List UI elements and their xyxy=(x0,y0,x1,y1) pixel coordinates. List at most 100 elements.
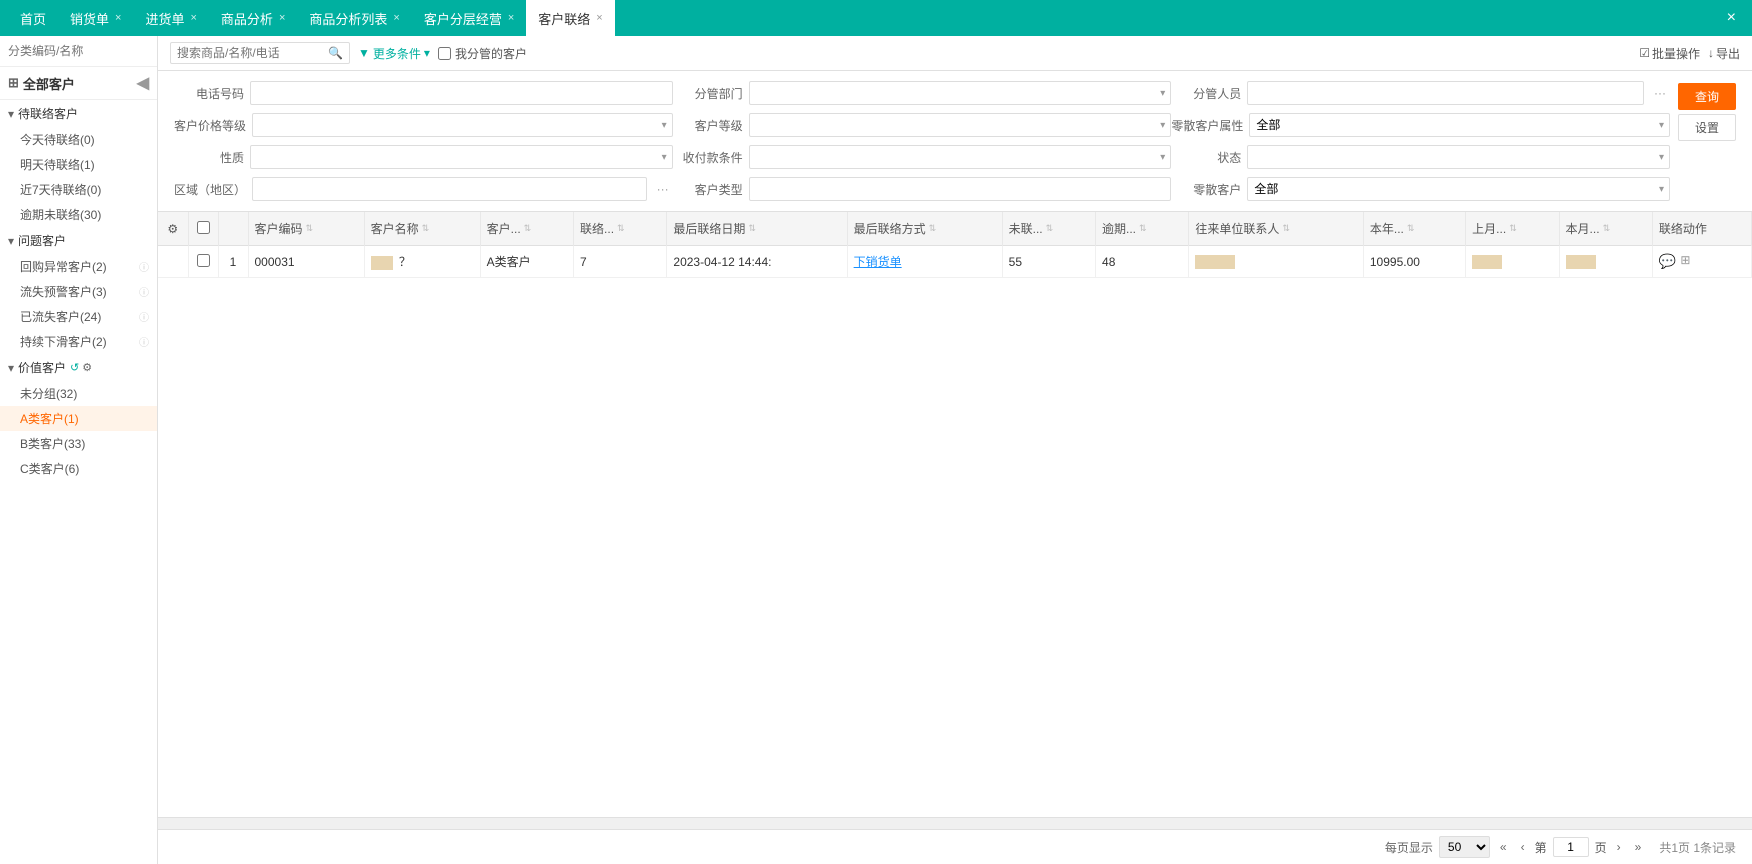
col-settings[interactable]: ⚙ xyxy=(158,212,188,246)
query-button[interactable]: 查询 xyxy=(1678,83,1736,110)
sidebar-item-churn-warning[interactable]: 流失预警客户(3) ⓘ xyxy=(0,279,157,304)
content-area: 🔍 ▼ 更多条件 ▾ 我分管的客户 ☑ 批量操作 ↓ 导出 xyxy=(158,36,1752,864)
sidebar-section-pending[interactable]: ▾ 待联络客户 xyxy=(0,100,157,127)
sidebar-search-input[interactable] xyxy=(8,44,158,58)
toolbar-search-icon[interactable]: 🔍 xyxy=(328,46,343,60)
filter-person: 分管人员 ··· xyxy=(1171,81,1670,105)
row-last-method[interactable]: 下销货单 xyxy=(854,255,902,269)
nav-sales-close[interactable]: × xyxy=(115,12,121,24)
col-last-month[interactable]: 上月... ⇅ xyxy=(1466,212,1559,246)
nav-product-list-close[interactable]: × xyxy=(393,12,399,24)
value-refresh-icon[interactable]: ↺ xyxy=(70,361,79,374)
phone-input[interactable] xyxy=(250,81,673,105)
person-dots-icon[interactable]: ··· xyxy=(1650,86,1670,100)
customer-level-select[interactable] xyxy=(749,113,1172,137)
sidebar-item-overdue[interactable]: 逾期未联络(30) xyxy=(0,202,157,227)
region-dots-icon[interactable]: ··· xyxy=(653,182,673,196)
declining-label: 持续下滑客户(2) xyxy=(20,333,137,350)
qr-icon[interactable]: ⊞ xyxy=(1680,253,1690,270)
col-check[interactable] xyxy=(188,212,218,246)
sidebar-section-problem[interactable]: ▾ 问题客户 xyxy=(0,227,157,254)
payment-select[interactable] xyxy=(749,145,1172,169)
sidebar-item-repurchase[interactable]: 回购异常客户(2) ⓘ xyxy=(0,254,157,279)
person-input[interactable] xyxy=(1247,81,1644,105)
row-year-amount: 10995.00 xyxy=(1370,255,1420,269)
col-no-contact[interactable]: 未联... ⇅ xyxy=(1002,212,1095,246)
col-this-month[interactable]: 本月... ⇅ xyxy=(1559,212,1652,246)
close-all-tabs[interactable]: × xyxy=(1727,9,1736,27)
toolbar-search: 🔍 xyxy=(170,42,350,64)
price-level-select[interactable] xyxy=(252,113,673,137)
sidebar-item-today[interactable]: 今天待联络(0) xyxy=(0,127,157,152)
nature-select[interactable] xyxy=(250,145,673,169)
sidebar-item-a-class[interactable]: A类客户(1) xyxy=(0,406,157,431)
sidebar-item-ungrouped[interactable]: 未分组(32) xyxy=(0,381,157,406)
col-year-amount[interactable]: 本年... ⇅ xyxy=(1363,212,1465,246)
scatter-attr-select[interactable]: 全部 xyxy=(1249,113,1670,137)
col-unit-contact[interactable]: 往来单位联系人 ⇅ xyxy=(1189,212,1363,246)
sidebar-item-week[interactable]: 近7天待联络(0) xyxy=(0,177,157,202)
row-check-cell[interactable] xyxy=(188,246,218,278)
toolbar-search-input[interactable] xyxy=(177,46,328,60)
col-last-method[interactable]: 最后联络方式 ⇅ xyxy=(847,212,1002,246)
sidebar-item-tomorrow[interactable]: 明天待联络(1) xyxy=(0,152,157,177)
my-customer-label: 我分管的客户 xyxy=(455,45,527,62)
next-page-btn[interactable]: › xyxy=(1613,838,1625,856)
settings-button[interactable]: 设置 xyxy=(1678,114,1736,141)
nav-sales[interactable]: 销货单 × xyxy=(58,0,133,36)
sidebar-item-declining[interactable]: 持续下滑客户(2) ⓘ xyxy=(0,329,157,354)
settings-gear-icon[interactable]: ⚙ xyxy=(167,222,178,236)
horizontal-scrollbar[interactable] xyxy=(158,817,1752,829)
page-size-select[interactable]: 50 10 20 100 xyxy=(1439,836,1490,858)
prev-page-btn[interactable]: ‹ xyxy=(1517,838,1529,856)
scatter-customer-select[interactable]: 全部 xyxy=(1247,177,1670,201)
dept-select[interactable] xyxy=(749,81,1172,105)
col-overdue[interactable]: 逾期... ⇅ xyxy=(1096,212,1189,246)
nav-customer-tier-close[interactable]: × xyxy=(508,12,514,24)
row-checkbox[interactable] xyxy=(197,254,210,267)
sidebar: 🔍 ⊞ 全部客户 ◀ ▾ 待联络客户 今天待联络(0) 明天待联络(1) 近7天… xyxy=(0,36,158,864)
customer-type-input[interactable] xyxy=(749,177,1172,201)
col-type[interactable]: 客户... ⇅ xyxy=(480,212,573,246)
page-number-input[interactable] xyxy=(1553,837,1589,857)
value-settings-icon[interactable]: ⚙ xyxy=(82,361,92,374)
last-page-btn[interactable]: » xyxy=(1631,838,1646,856)
nav-home[interactable]: 首页 xyxy=(8,0,58,36)
nav-customer-tier[interactable]: 客户分层经营 × xyxy=(412,0,526,36)
scatter-attr-label: 零散客户属性 xyxy=(1171,117,1243,134)
my-customer-check[interactable] xyxy=(438,47,451,60)
nav-customer-contact[interactable]: 客户联络 × xyxy=(526,0,614,36)
export-btn[interactable]: ↓ 导出 xyxy=(1708,45,1740,62)
nav-purchase-close[interactable]: × xyxy=(190,12,196,24)
chat-icon[interactable]: 💬 xyxy=(1659,253,1676,270)
a-class-label: A类客户(1) xyxy=(20,410,149,427)
sidebar-collapse-icon[interactable]: ◀ xyxy=(137,73,149,93)
batch-btn[interactable]: ☑ 批量操作 xyxy=(1639,45,1700,62)
b-class-label: B类客户(33) xyxy=(20,435,149,452)
nav-customer-contact-close[interactable]: × xyxy=(596,12,602,24)
sidebar-item-c-class[interactable]: C类客户(6) xyxy=(0,456,157,481)
nav-purchase[interactable]: 进货单 × xyxy=(133,0,208,36)
sidebar-item-b-class[interactable]: B类客户(33) xyxy=(0,431,157,456)
col-name[interactable]: 客户名称 ⇅ xyxy=(364,212,480,246)
col-actions: 联络动作 xyxy=(1652,212,1751,246)
col-last-date[interactable]: 最后联络日期 ⇅ xyxy=(667,212,847,246)
page-size-label: 每页显示 xyxy=(1385,839,1433,856)
col-code[interactable]: 客户编码 ⇅ xyxy=(248,212,364,246)
churn-warning-info-icon: ⓘ xyxy=(139,284,149,299)
select-all-checkbox[interactable] xyxy=(197,221,210,234)
status-select[interactable] xyxy=(1247,145,1670,169)
col-contact-count[interactable]: 联络... ⇅ xyxy=(574,212,667,246)
region-input[interactable] xyxy=(252,177,647,201)
nav-home-label: 首页 xyxy=(20,9,46,28)
filter-label: 更多条件 xyxy=(373,45,421,62)
sidebar-item-churned[interactable]: 已流失客户(24) ⓘ xyxy=(0,304,157,329)
my-customer-checkbox[interactable]: 我分管的客户 xyxy=(438,45,527,62)
nav-product-analysis-close[interactable]: × xyxy=(279,12,285,24)
nav-product-list[interactable]: 商品分析列表 × xyxy=(297,0,411,36)
first-page-btn[interactable]: « xyxy=(1496,838,1511,856)
nav-product-analysis[interactable]: 商品分析 × xyxy=(209,0,297,36)
sidebar-section-value[interactable]: ▾ 价值客户 ↺ ⚙ xyxy=(0,354,157,381)
more-filter-btn[interactable]: ▼ 更多条件 ▾ xyxy=(358,45,430,62)
filter-customer-type: 客户类型 xyxy=(673,177,1172,201)
